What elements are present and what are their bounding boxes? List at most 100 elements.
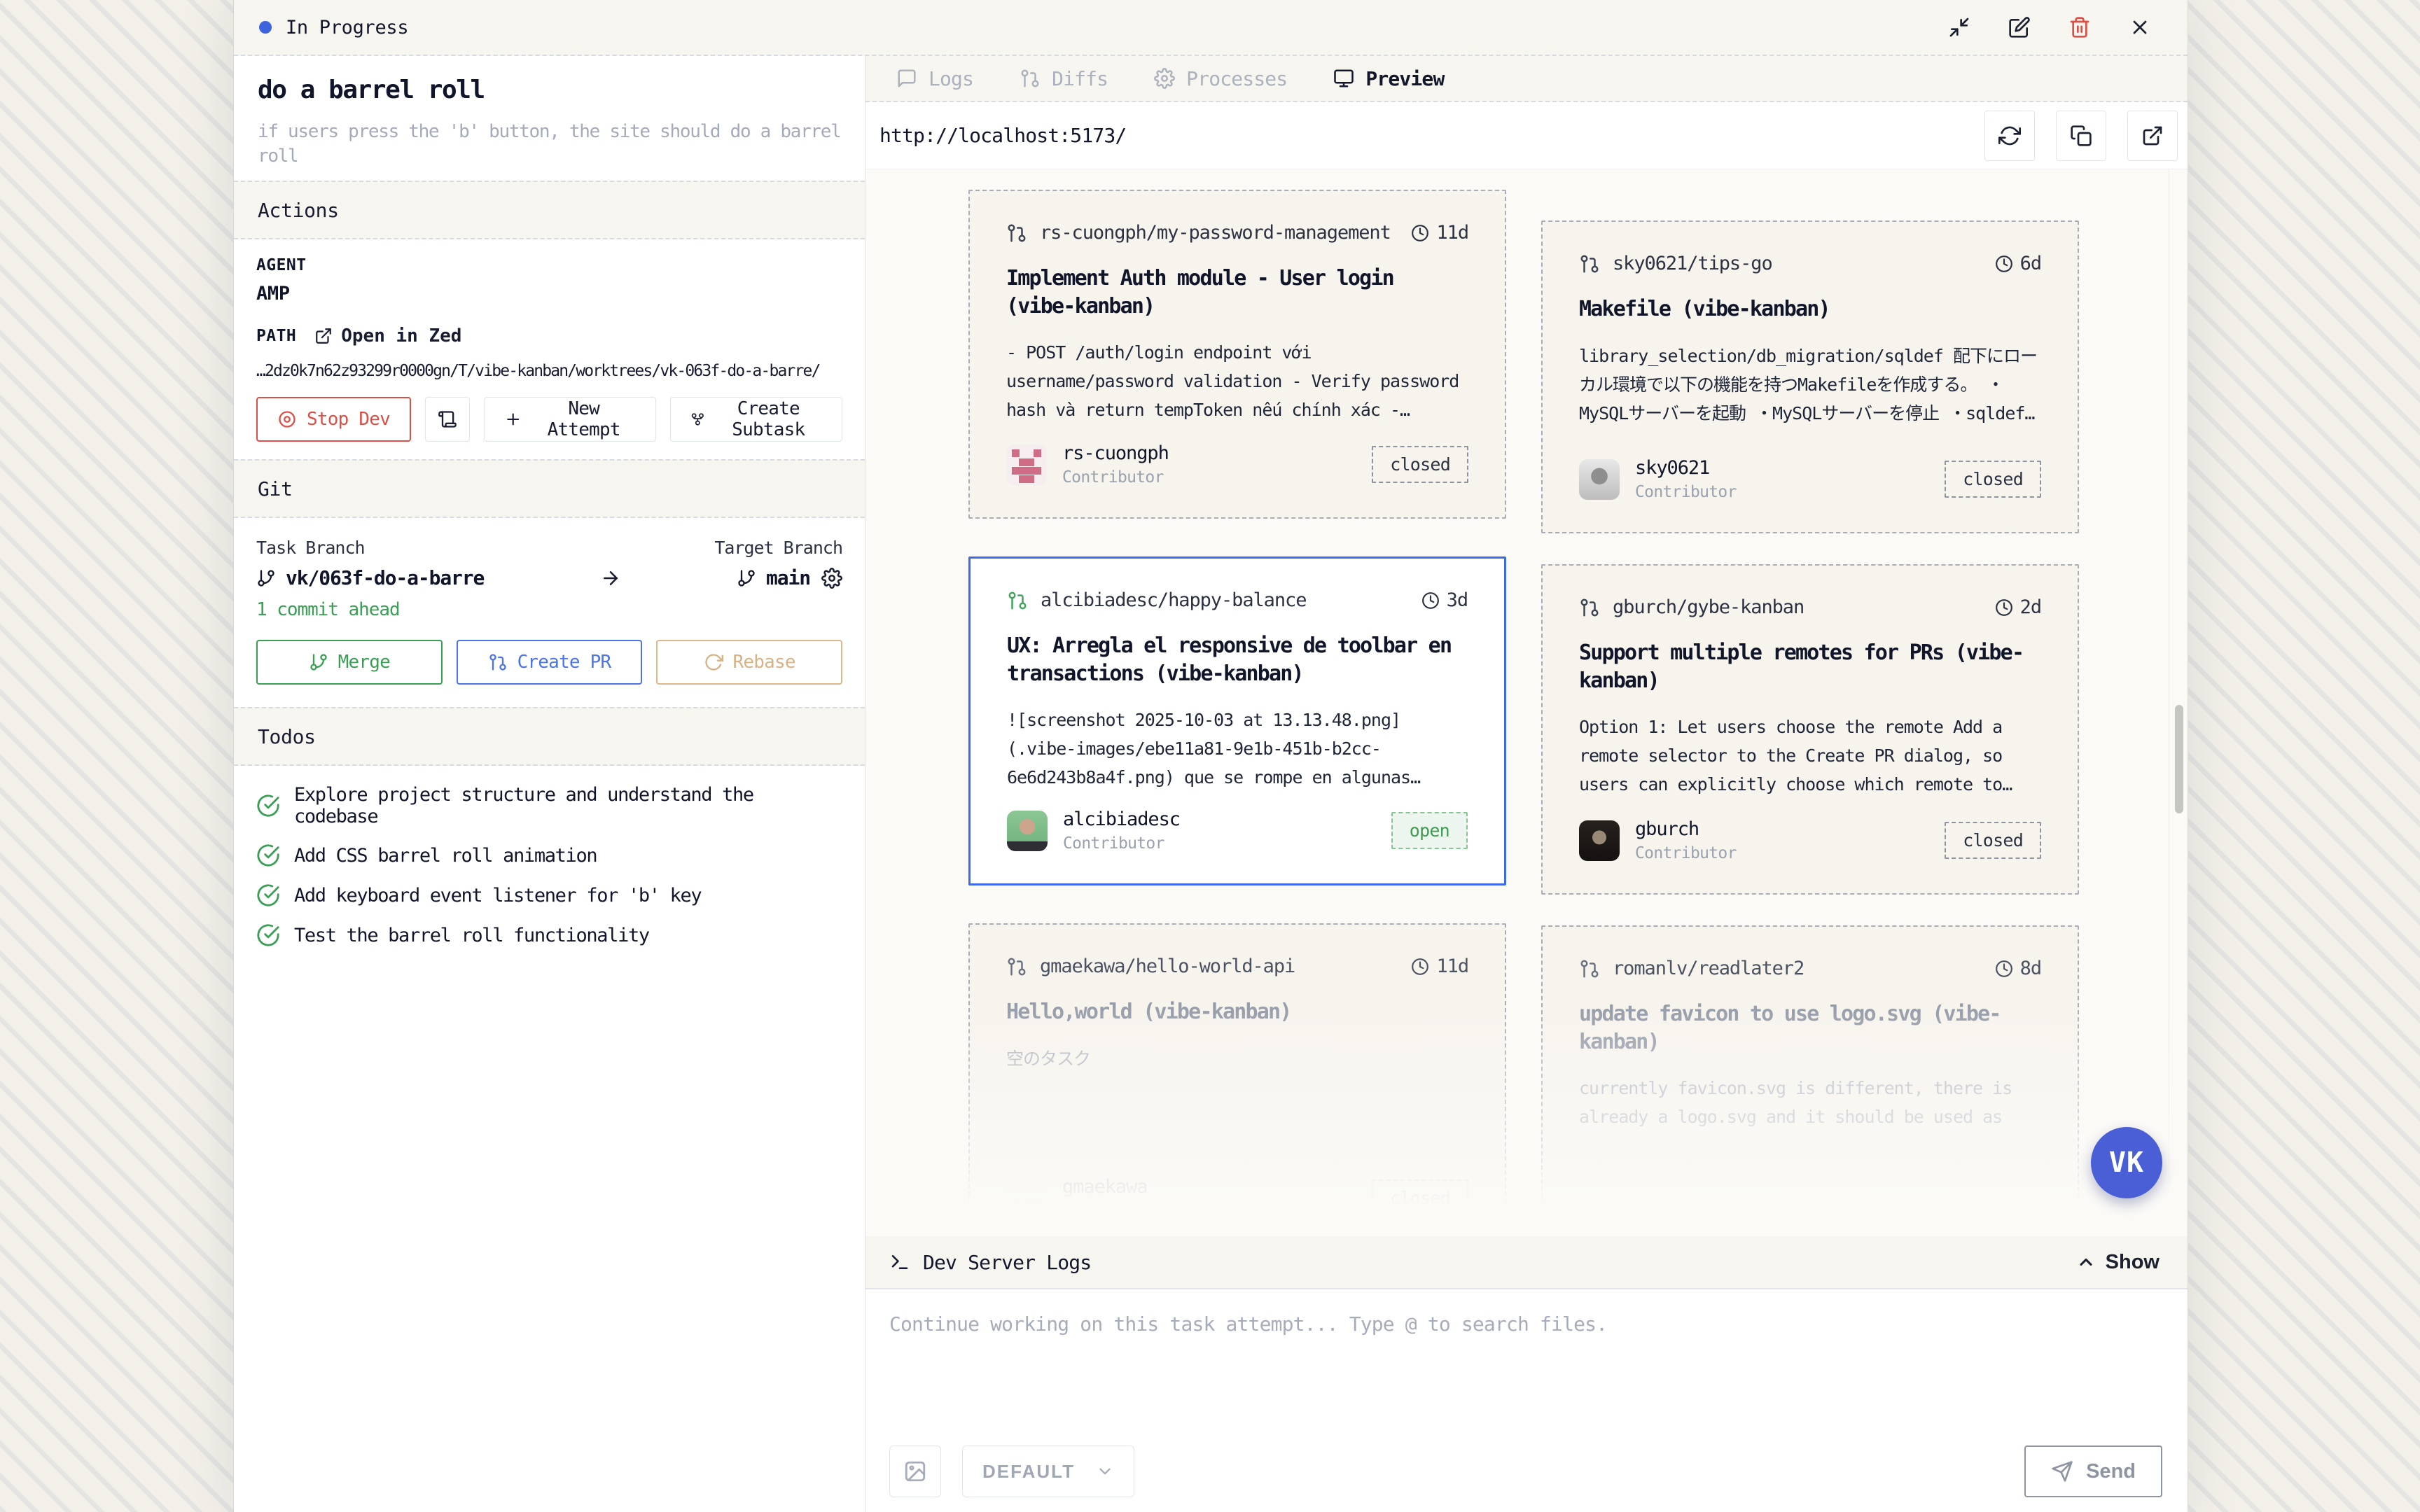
status-badge: closed [1945, 461, 2041, 498]
attempt-tabs: Logs Diffs Processes Preview [865, 56, 2188, 102]
page-title: do a barrel roll [258, 76, 485, 104]
status-label: In Progress [286, 16, 409, 38]
card-author: sky0621 [1635, 457, 1710, 479]
card-age: 11d [1411, 222, 1469, 244]
fork-icon [691, 413, 704, 426]
refresh-icon [704, 654, 723, 671]
stop-icon [279, 411, 295, 428]
task-card[interactable]: gmaekawa/hello-world-api 11d Hello,world… [968, 923, 1506, 1236]
clock-icon [1995, 598, 2012, 616]
rebase-button[interactable]: Rebase [656, 640, 843, 685]
pull-request-icon [1007, 590, 1028, 611]
show-logs-toggle[interactable]: Show [2076, 1251, 2160, 1274]
section-actions-header: Actions [234, 181, 865, 239]
card-age: 2d [1995, 596, 2042, 618]
gear-icon [1154, 68, 1176, 89]
tab-processes[interactable]: Processes [1154, 67, 1288, 90]
check-circle-icon [257, 794, 279, 817]
card-author-role: Contributor [1635, 844, 1737, 862]
create-pr-button[interactable]: Create PR [456, 640, 643, 685]
task-card[interactable]: rs-cuongph/my-password-management 11d Im… [968, 190, 1506, 519]
merge-button[interactable]: Merge [256, 640, 443, 685]
card-repo: romanlv/readlater2 [1613, 958, 1804, 979]
card-repo: sky0621/tips-go [1613, 253, 1773, 274]
stop-dev-button[interactable]: Stop Dev [256, 397, 411, 442]
send-button[interactable]: Send [2024, 1446, 2162, 1497]
task-branch-label: Task Branch [256, 538, 366, 558]
open-external-icon[interactable] [2127, 110, 2178, 161]
minimize-icon[interactable] [1948, 16, 1970, 38]
tab-preview[interactable]: Preview [1333, 67, 1445, 90]
avatar [1006, 1177, 1047, 1219]
status-dot-icon [259, 21, 272, 34]
create-subtask-button[interactable]: Create Subtask [670, 397, 842, 442]
task-card[interactable]: gburch/gybe-kanban 2d Support multiple r… [1541, 564, 2079, 895]
task-card[interactable]: romanlv/readlater2 8d update favicon to … [1541, 925, 2079, 1236]
chevron-down-icon [1099, 1468, 1111, 1475]
card-title: UX: Arregla el responsive de toolbar en … [1007, 634, 1452, 686]
card-author-role: Contributor [1062, 468, 1164, 486]
git-branch-icon [310, 654, 327, 671]
refresh-icon[interactable] [1984, 110, 2035, 161]
card-title: Support multiple remotes for PRs (vibe-k… [1579, 640, 2024, 693]
message-input[interactable] [889, 1310, 2162, 1445]
card-title: Makefile (vibe-kanban) [1579, 297, 1831, 321]
card-author: rs-cuongph [1062, 442, 1169, 464]
target-branch-value: main [737, 566, 811, 589]
target-branch-label: Target Branch [714, 538, 843, 558]
card-age: 11d [1411, 955, 1469, 977]
dialog-header: In Progress [234, 0, 2188, 56]
preview-url: http://localhost:5173/ [879, 124, 1127, 147]
card-author: gmaekawa [1062, 1176, 1148, 1198]
tab-diffs[interactable]: Diffs [1020, 67, 1108, 90]
agent-value: AMP [256, 283, 290, 304]
attempt-main: Logs Diffs Processes Preview http://loca… [865, 56, 2188, 1512]
card-title: Implement Auth module - User login (vibe… [1006, 266, 1395, 318]
pull-request-icon [1579, 958, 1600, 979]
scrollbar-thumb[interactable] [2175, 705, 2183, 813]
task-card[interactable]: sky0621/tips-go 6d Makefile (vibe-kanban… [1541, 220, 2079, 533]
card-author-role: Contributor [1063, 834, 1164, 853]
tab-logs[interactable]: Logs [896, 67, 974, 90]
variant-select[interactable]: DEFAULT [962, 1446, 1134, 1497]
worktree-path: …2dz0k7n62z93299r0000gn/T/vibe-kanban/wo… [256, 362, 821, 380]
card-author: gburch [1635, 818, 1699, 840]
send-icon [2052, 1461, 2073, 1482]
copy-icon[interactable] [2056, 110, 2106, 161]
card-author: alcibiadesc [1063, 808, 1181, 830]
attach-image-icon[interactable] [889, 1446, 941, 1497]
pull-request-icon [1579, 253, 1600, 274]
branch-settings-gear-icon[interactable] [821, 567, 842, 589]
dev-server-logs-label: Dev Server Logs [889, 1251, 1092, 1274]
card-age: 6d [1995, 253, 2042, 274]
card-body: 空のタスク [1006, 1048, 1091, 1069]
card-body: library_selection/db_migration/sqldef 配下… [1579, 345, 2038, 424]
close-icon[interactable] [2129, 16, 2151, 38]
avatar [1579, 458, 1620, 500]
chat-bubble-icon [898, 69, 916, 88]
todo-item: Explore project structure and understand… [256, 784, 842, 827]
card-author-role: Contributor [1635, 483, 1737, 501]
trash-icon[interactable] [2068, 16, 2091, 38]
plus-icon [507, 413, 520, 426]
dev-logs-button[interactable] [425, 397, 470, 442]
todo-item: Test the barrel roll functionality [256, 923, 842, 947]
git-branch-icon [258, 569, 274, 587]
commit-status: 1 commit ahead [256, 599, 401, 620]
card-repo: alcibiadesc/happy-balance [1041, 589, 1307, 611]
new-attempt-button[interactable]: New Attempt [484, 397, 656, 442]
task-description: if users press the 'b' button, the site … [258, 121, 842, 167]
terminal-icon [891, 1255, 908, 1269]
task-card-selected[interactable]: alcibiadesc/happy-balance 3d UX: Arregla… [968, 556, 1506, 886]
status-badge: closed [1945, 822, 2041, 859]
pull-request-icon [1579, 597, 1600, 618]
external-link-icon [316, 328, 332, 344]
pull-request-icon [1006, 956, 1027, 977]
card-repo: rs-cuongph/my-password-management [1040, 222, 1391, 244]
edit-icon[interactable] [2008, 16, 2031, 38]
task-sidebar: do a barrel roll if users press the 'b' … [234, 56, 865, 1512]
vibe-kanban-fab[interactable]: VK [2091, 1127, 2162, 1198]
actions-section: AGENT AMP PATH Open in Zed …2dz0k7n62z93… [234, 239, 865, 459]
open-in-zed-link[interactable]: Open in Zed [314, 326, 461, 346]
todo-item: Add CSS barrel roll animation [256, 844, 842, 867]
